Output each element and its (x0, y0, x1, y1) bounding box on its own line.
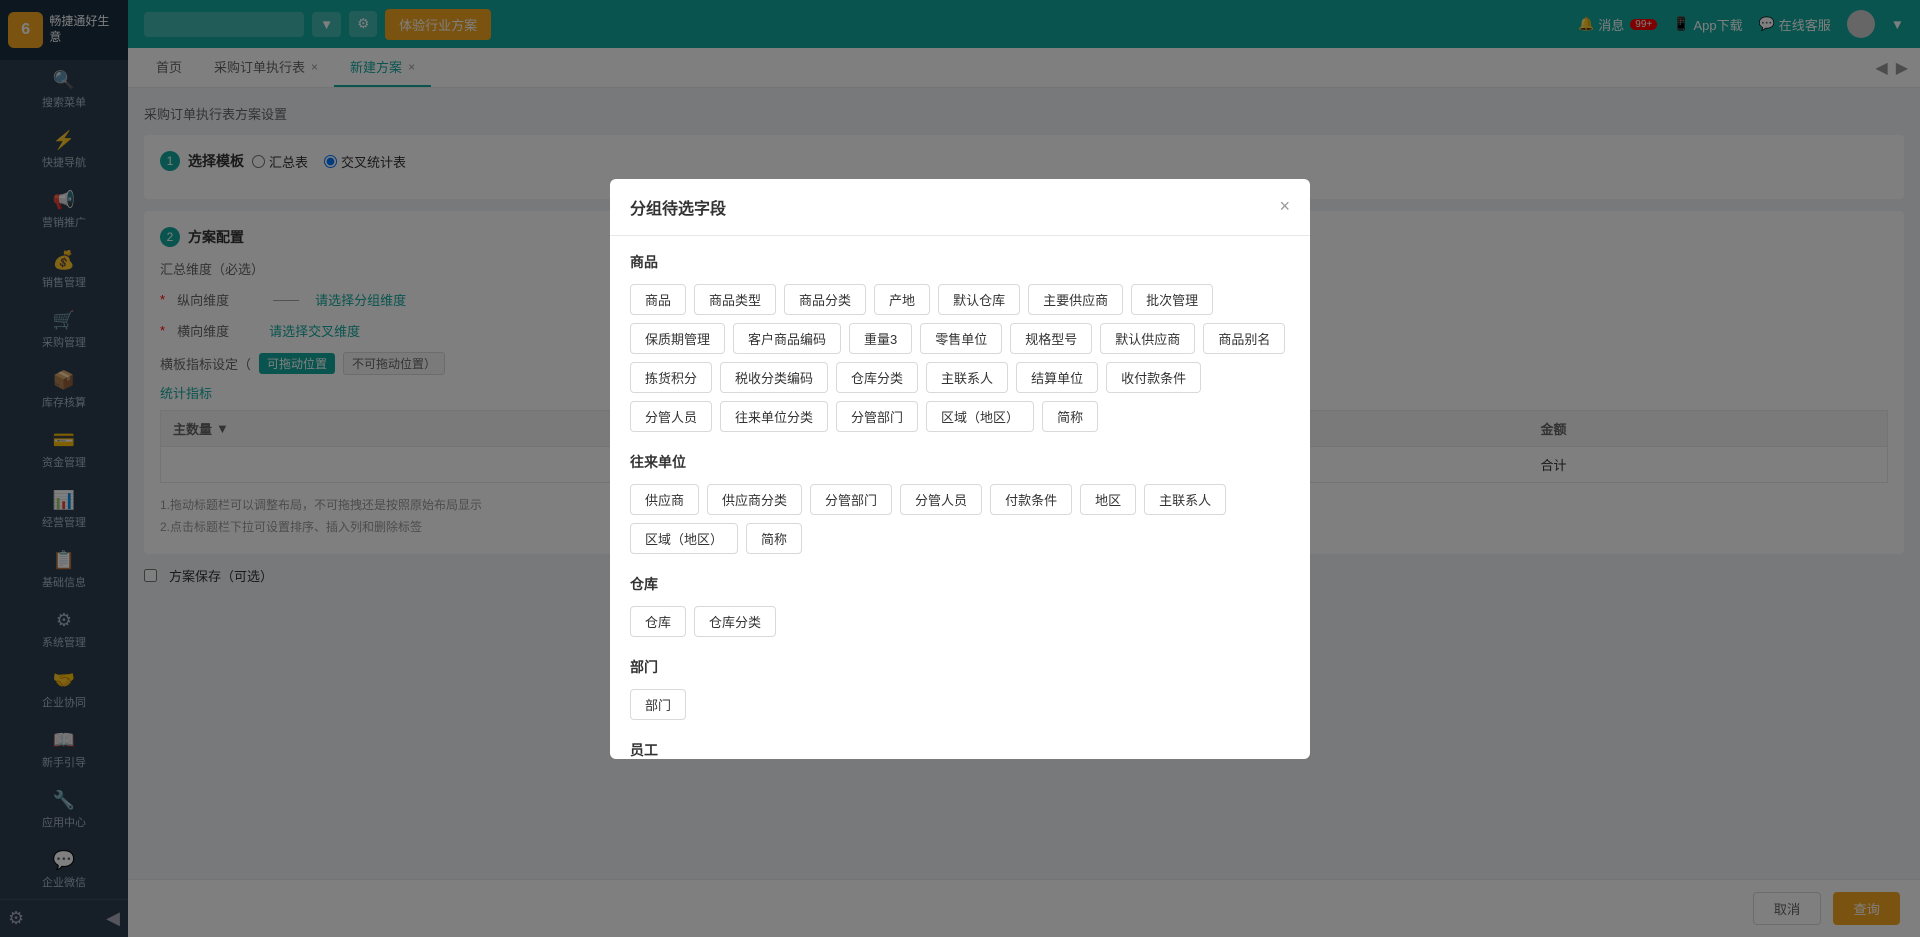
field-tag-0-10[interactable]: 零售单位 (920, 323, 1002, 354)
field-group-title-4: 员工 (630, 740, 1290, 759)
field-tag-1-7[interactable]: 区域（地区） (630, 523, 738, 554)
field-tag-1-5[interactable]: 地区 (1080, 484, 1136, 515)
field-tag-0-24[interactable]: 简称 (1042, 401, 1098, 432)
field-tag-0-15[interactable]: 税收分类编码 (720, 362, 828, 393)
field-tag-3-0[interactable]: 部门 (630, 689, 686, 720)
field-tag-0-23[interactable]: 区域（地区） (926, 401, 1034, 432)
field-group-title-2: 仓库 (630, 574, 1290, 594)
field-group-3: 部门部门 (630, 657, 1290, 720)
field-tag-1-0[interactable]: 供应商 (630, 484, 699, 515)
field-tag-0-19[interactable]: 收付款条件 (1106, 362, 1201, 393)
modal-close-btn[interactable]: × (1279, 196, 1290, 217)
field-tag-2-1[interactable]: 仓库分类 (694, 606, 776, 637)
modal-overlay: 分组待选字段 × 商品商品商品类型商品分类产地默认仓库主要供应商批次管理保质期管… (0, 0, 1920, 937)
field-tags-0: 商品商品类型商品分类产地默认仓库主要供应商批次管理保质期管理客户商品编码重量3 零… (630, 284, 1290, 432)
field-tag-1-2[interactable]: 分管部门 (810, 484, 892, 515)
field-group-title-3: 部门 (630, 657, 1290, 677)
field-tag-0-16[interactable]: 仓库分类 (836, 362, 918, 393)
field-tag-0-12[interactable]: 默认供应商 (1100, 323, 1195, 354)
field-tag-0-7[interactable]: 保质期管理 (630, 323, 725, 354)
field-group-0: 商品商品商品类型商品分类产地默认仓库主要供应商批次管理保质期管理客户商品编码重量… (630, 252, 1290, 432)
field-tag-1-4[interactable]: 付款条件 (990, 484, 1072, 515)
field-tags-3: 部门 (630, 689, 1290, 720)
field-tag-0-13[interactable]: 商品别名 (1203, 323, 1285, 354)
field-tag-0-8[interactable]: 客户商品编码 (733, 323, 841, 354)
field-tag-0-5[interactable]: 主要供应商 (1028, 284, 1123, 315)
field-group-4: 员工业务员 (630, 740, 1290, 759)
field-group-title-0: 商品 (630, 252, 1290, 272)
field-tag-1-6[interactable]: 主联系人 (1144, 484, 1226, 515)
field-tag-0-6[interactable]: 批次管理 (1131, 284, 1213, 315)
field-tag-1-8[interactable]: 简称 (746, 523, 802, 554)
field-group-2: 仓库仓库仓库分类 (630, 574, 1290, 637)
field-tag-0-0[interactable]: 商品 (630, 284, 686, 315)
field-tags-2: 仓库仓库分类 (630, 606, 1290, 637)
field-tag-0-17[interactable]: 主联系人 (926, 362, 1008, 393)
field-tag-0-11[interactable]: 规格型号 (1010, 323, 1092, 354)
field-tag-0-22[interactable]: 分管部门 (836, 401, 918, 432)
field-tag-0-2[interactable]: 商品分类 (784, 284, 866, 315)
field-group-1: 往来单位供应商供应商分类分管部门分管人员付款条件地区主联系人区域（地区） 简称 (630, 452, 1290, 554)
field-tag-0-14[interactable]: 拣货积分 (630, 362, 712, 393)
field-tag-0-1[interactable]: 商品类型 (694, 284, 776, 315)
modal-title: 分组待选字段 (630, 195, 726, 219)
modal-body: 商品商品商品类型商品分类产地默认仓库主要供应商批次管理保质期管理客户商品编码重量… (610, 236, 1310, 759)
field-tag-2-0[interactable]: 仓库 (630, 606, 686, 637)
field-tag-1-3[interactable]: 分管人员 (900, 484, 982, 515)
field-tag-1-1[interactable]: 供应商分类 (707, 484, 802, 515)
field-select-modal: 分组待选字段 × 商品商品商品类型商品分类产地默认仓库主要供应商批次管理保质期管… (610, 179, 1310, 759)
field-tag-0-20[interactable]: 分管人员 (630, 401, 712, 432)
field-tag-0-9[interactable]: 重量3 (849, 323, 912, 354)
field-tag-0-21[interactable]: 往来单位分类 (720, 401, 828, 432)
field-tags-1: 供应商供应商分类分管部门分管人员付款条件地区主联系人区域（地区） 简称 (630, 484, 1290, 554)
field-group-title-1: 往来单位 (630, 452, 1290, 472)
modal-header: 分组待选字段 × (610, 179, 1310, 236)
field-tag-0-3[interactable]: 产地 (874, 284, 930, 315)
field-tag-0-18[interactable]: 结算单位 (1016, 362, 1098, 393)
field-tag-0-4[interactable]: 默认仓库 (938, 284, 1020, 315)
